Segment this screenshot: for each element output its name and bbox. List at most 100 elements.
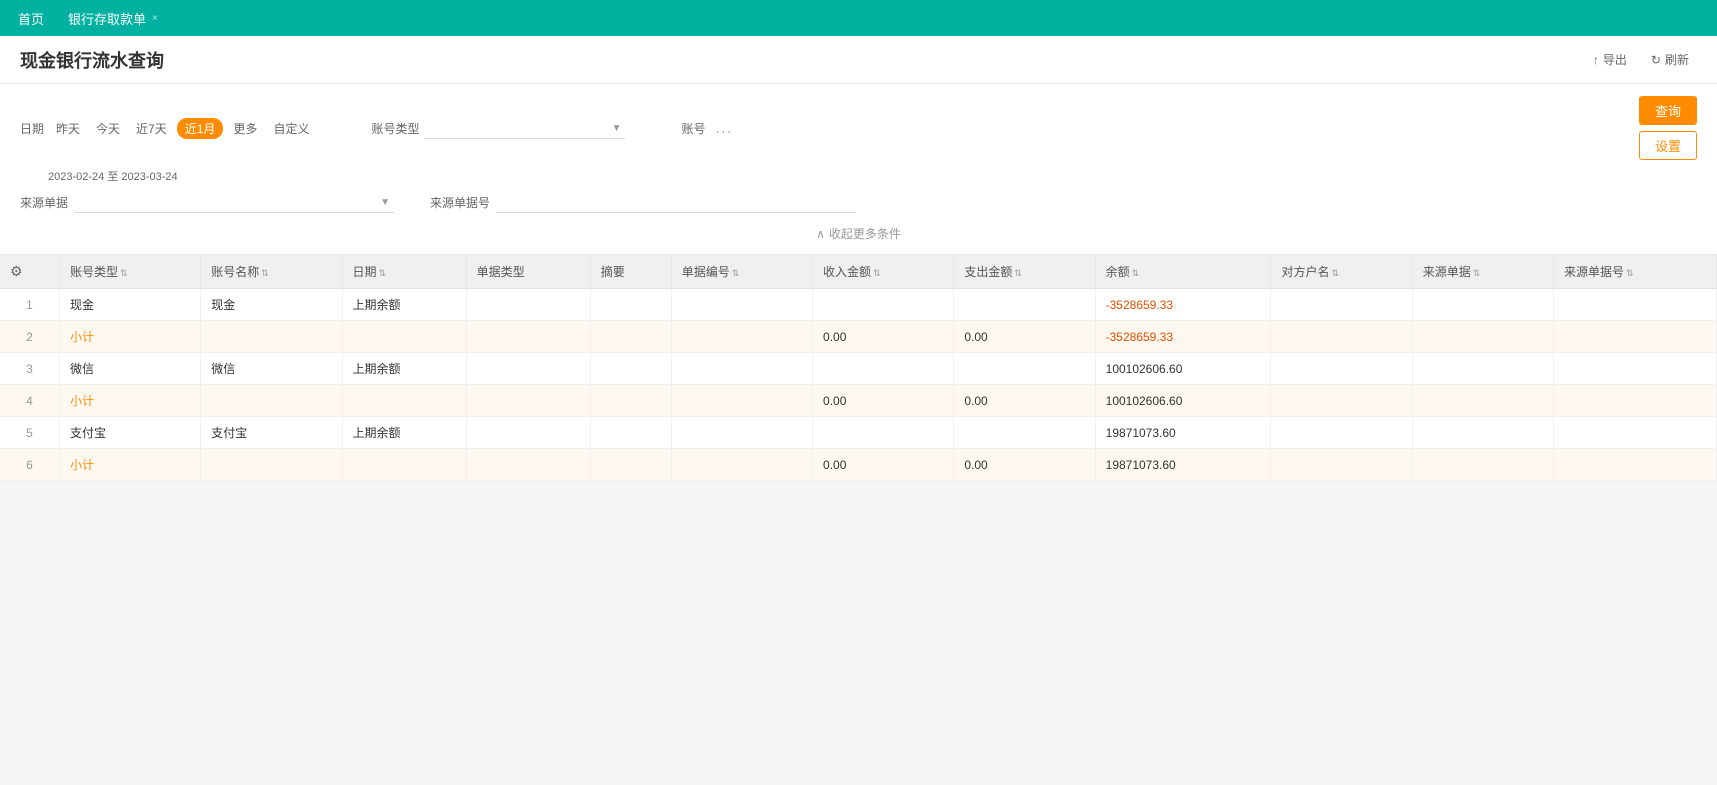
sort-icon: ⇅ xyxy=(1132,268,1140,278)
collapse-bar[interactable]: ∧ 收起更多条件 xyxy=(20,221,1697,246)
table-cell xyxy=(671,449,812,481)
table-cell xyxy=(1271,417,1412,449)
table-cell xyxy=(342,449,466,481)
table-cell xyxy=(1554,289,1717,321)
account-dots[interactable]: ... xyxy=(711,120,737,136)
date-opt-近1月[interactable]: 近1月 xyxy=(177,118,224,139)
table-cell xyxy=(1412,321,1553,353)
date-filter: 日期 昨天今天近7天近1月更多自定义 xyxy=(20,118,315,139)
table-cell xyxy=(466,449,590,481)
table-cell: 现金 xyxy=(59,289,200,321)
table-cell xyxy=(466,353,590,385)
table-header-row: ⚙账号类型⇅账号名称⇅日期⇅单据类型摘要单据编号⇅收入金额⇅支出金额⇅余额⇅对方… xyxy=(0,255,1717,289)
table-area: ⚙账号类型⇅账号名称⇅日期⇅单据类型摘要单据编号⇅收入金额⇅支出金额⇅余额⇅对方… xyxy=(0,255,1717,481)
table-row: 5支付宝支付宝上期余额19871073.60 xyxy=(0,417,1717,449)
table-row: 4小计0.000.00100102606.60 xyxy=(0,385,1717,417)
nav-tab-银行存取款单[interactable]: 银行存取款单× xyxy=(56,0,196,36)
col-income[interactable]: 收入金额⇅ xyxy=(813,255,954,289)
table-row: 3微信微信上期余额100102606.60 xyxy=(0,353,1717,385)
table-cell: -3528659.33 xyxy=(1095,289,1271,321)
table-cell xyxy=(466,289,590,321)
table-cell xyxy=(590,449,671,481)
query-button[interactable]: 查询 xyxy=(1639,96,1697,125)
table-cell xyxy=(201,321,342,353)
sort-icon: ⇅ xyxy=(1473,268,1481,278)
table-cell: 上期余额 xyxy=(342,417,466,449)
table-cell: 100102606.60 xyxy=(1095,353,1271,385)
table-cell: 现金 xyxy=(201,289,342,321)
table-cell: 上期余额 xyxy=(342,353,466,385)
account-type-input[interactable] xyxy=(425,118,625,139)
table-cell: 2 xyxy=(0,321,59,353)
date-opt-更多[interactable]: 更多 xyxy=(227,118,263,139)
source-doc-input[interactable] xyxy=(74,192,394,213)
date-range-display: 2023-02-24 至 2023-03-24 xyxy=(48,171,178,183)
header-actions: ↑ 导出 ↻ 刷新 xyxy=(1585,47,1697,72)
table-cell: 19871073.60 xyxy=(1095,417,1271,449)
table-cell xyxy=(1554,385,1717,417)
top-nav: 首页 收款单×付款单×其他收入单×应收应付调整单×银行存取款单×预收冲应收单×收… xyxy=(0,0,1717,36)
table-cell xyxy=(1271,449,1412,481)
table-cell: 小计 xyxy=(59,385,200,417)
refresh-button[interactable]: ↻ 刷新 xyxy=(1643,47,1697,72)
col-doc_number[interactable]: 单据编号⇅ xyxy=(671,255,812,289)
col-date[interactable]: 日期⇅ xyxy=(342,255,466,289)
page-title: 现金银行流水查询 xyxy=(20,47,164,73)
table-cell xyxy=(590,321,671,353)
close-icon[interactable]: × xyxy=(152,13,158,24)
col-account_name[interactable]: 账号名称⇅ xyxy=(201,255,342,289)
col-source_doc[interactable]: 来源单据⇅ xyxy=(1412,255,1553,289)
table-cell xyxy=(1554,321,1717,353)
table-cell: 19871073.60 xyxy=(1095,449,1271,481)
table-cell: 0.00 xyxy=(813,321,954,353)
table-cell: 6 xyxy=(0,449,59,481)
table-cell: 3 xyxy=(0,353,59,385)
table-cell xyxy=(671,321,812,353)
source-doc-label: 来源单据 xyxy=(20,194,68,211)
table-cell xyxy=(671,289,812,321)
col-summary: 摘要 xyxy=(590,255,671,289)
account-filter: 账号 ... xyxy=(681,120,737,137)
table-cell xyxy=(1554,449,1717,481)
sort-icon: ⇅ xyxy=(120,268,128,278)
table-row: 2小计0.000.00-3528659.33 xyxy=(0,321,1717,353)
refresh-icon: ↻ xyxy=(1651,53,1661,67)
sort-icon: ⇅ xyxy=(379,268,387,278)
gear-icon[interactable]: ⚙ xyxy=(10,263,23,279)
col-expense[interactable]: 支出金额⇅ xyxy=(954,255,1095,289)
filter-row-1: 日期 昨天今天近7天近1月更多自定义 账号类型 ▼ 账号 ... 查询 设置 xyxy=(20,96,1697,160)
table-cell xyxy=(1271,385,1412,417)
settings-button[interactable]: 设置 xyxy=(1639,131,1697,160)
table-cell xyxy=(1271,289,1412,321)
data-table: ⚙账号类型⇅账号名称⇅日期⇅单据类型摘要单据编号⇅收入金额⇅支出金额⇅余额⇅对方… xyxy=(0,255,1717,481)
col-counterpart[interactable]: 对方户名⇅ xyxy=(1271,255,1412,289)
table-cell xyxy=(466,417,590,449)
col-balance[interactable]: 余额⇅ xyxy=(1095,255,1271,289)
export-button[interactable]: ↑ 导出 xyxy=(1585,47,1635,72)
table-cell xyxy=(201,449,342,481)
filter-row-2: 来源单据 ▼ 来源单据号 xyxy=(20,192,1697,213)
col-source_doc_num[interactable]: 来源单据号⇅ xyxy=(1554,255,1717,289)
date-opt-今天[interactable]: 今天 xyxy=(90,118,126,139)
table-body: 1现金现金上期余额-3528659.332小计0.000.00-3528659.… xyxy=(0,289,1717,481)
table-cell: 支付宝 xyxy=(201,417,342,449)
table-cell xyxy=(1271,353,1412,385)
date-opt-自定义[interactable]: 自定义 xyxy=(267,118,315,139)
table-cell: 上期余额 xyxy=(342,289,466,321)
table-cell xyxy=(1554,353,1717,385)
source-doc-num-input[interactable] xyxy=(496,192,856,213)
col-account_type[interactable]: 账号类型⇅ xyxy=(59,255,200,289)
table-cell: -3528659.33 xyxy=(1095,321,1271,353)
sort-icon: ⇅ xyxy=(261,268,269,278)
table-cell xyxy=(671,417,812,449)
date-opt-近7天[interactable]: 近7天 xyxy=(130,118,173,139)
account-label: 账号 xyxy=(681,120,705,137)
date-opt-昨天[interactable]: 昨天 xyxy=(50,118,86,139)
table-cell xyxy=(590,417,671,449)
table-cell: 0.00 xyxy=(813,385,954,417)
account-type-filter: 账号类型 ▼ xyxy=(371,118,625,139)
nav-home[interactable]: 首页 xyxy=(8,5,54,32)
table-cell xyxy=(954,353,1095,385)
table-cell xyxy=(342,321,466,353)
table-cell xyxy=(813,417,954,449)
